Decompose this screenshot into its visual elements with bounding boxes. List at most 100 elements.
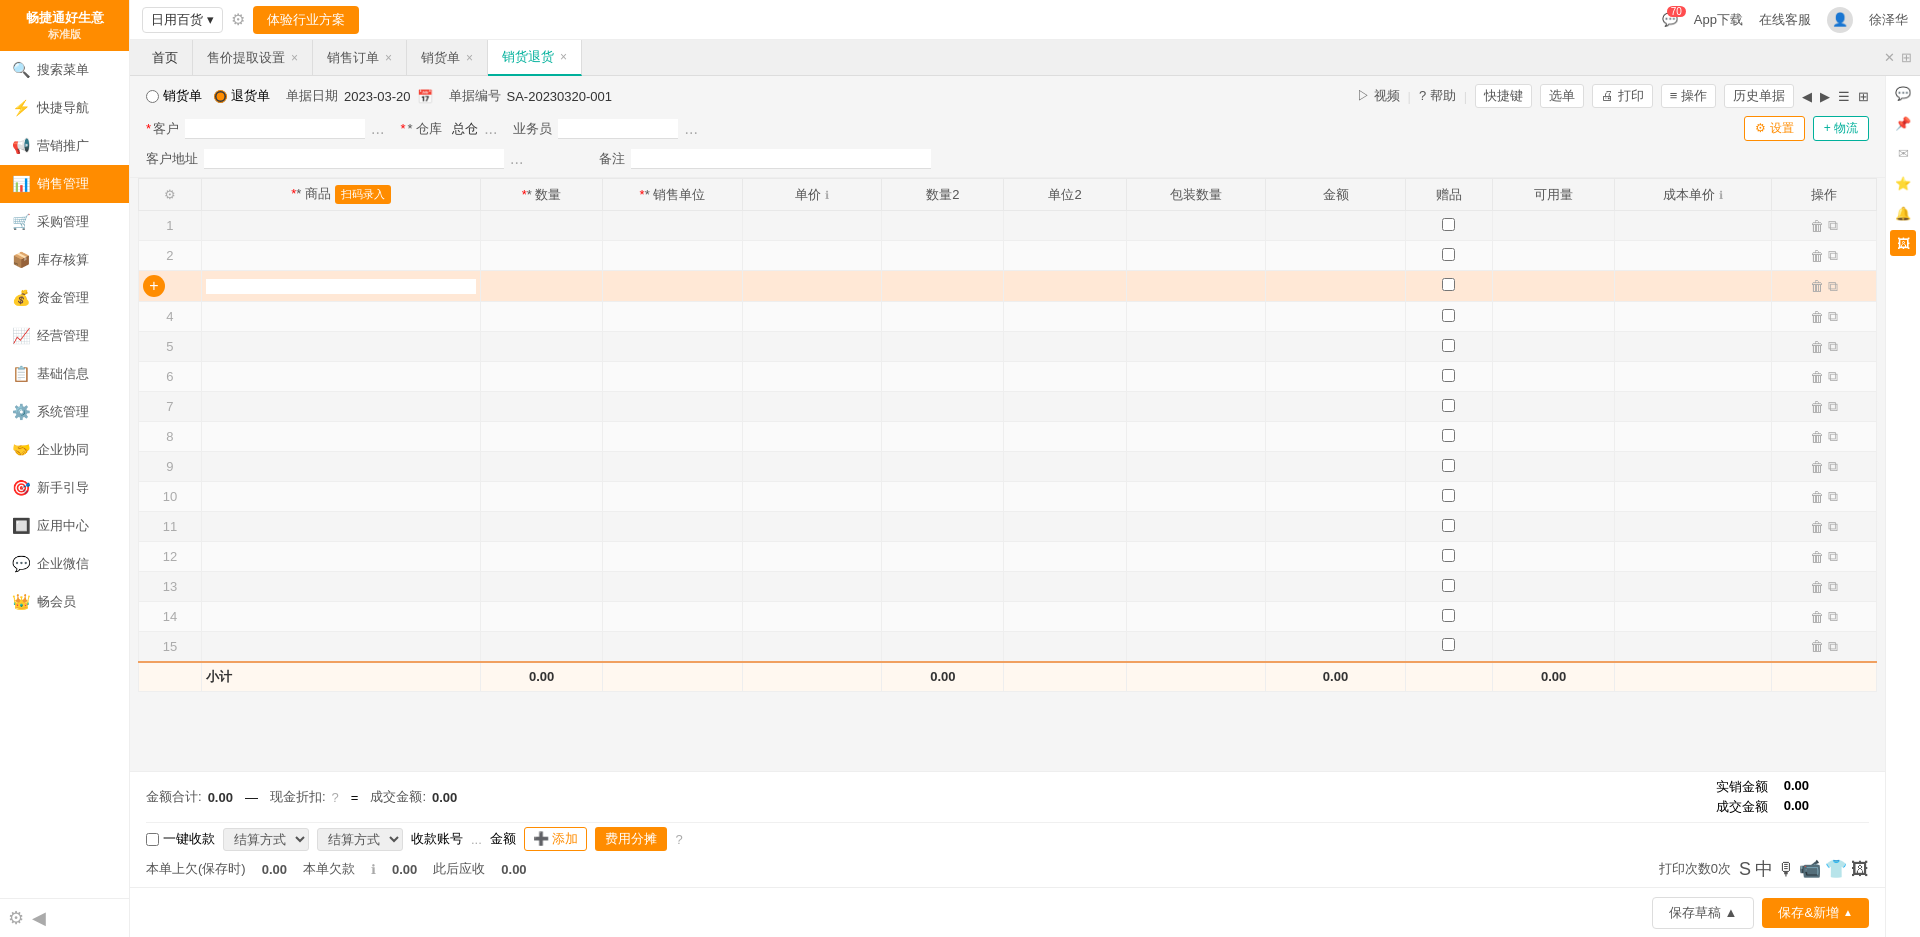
bill-due-check[interactable]: ℹ	[371, 862, 376, 877]
cell-price-13[interactable]	[742, 572, 882, 602]
delete-row-btn-7[interactable]: 🗑	[1810, 399, 1824, 415]
salesperson-input[interactable]	[558, 119, 678, 139]
cell-gift-12[interactable]	[1405, 542, 1492, 572]
cell-avail-7[interactable]	[1493, 392, 1615, 422]
cell-qty2-13[interactable]	[882, 572, 1004, 602]
cell-price-12[interactable]	[742, 542, 882, 572]
cell-qty2-12[interactable]	[882, 542, 1004, 572]
operation-btn[interactable]: ≡ 操作	[1661, 84, 1716, 108]
sidebar-item-wechat[interactable]: 💬 企业微信	[0, 545, 129, 583]
taskbar-icon-4[interactable]: 📹	[1799, 858, 1821, 880]
tab-sales-delivery-close[interactable]: ×	[466, 51, 473, 65]
cell-gift-2[interactable]	[1405, 241, 1492, 271]
cell-gift-13[interactable]	[1405, 572, 1492, 602]
cell-unit2-4[interactable]	[1004, 302, 1126, 332]
cell-qty-6[interactable]	[481, 362, 603, 392]
delete-row-btn-13[interactable]: 🗑	[1810, 579, 1824, 595]
cell-qty2-10[interactable]	[882, 482, 1004, 512]
copy-row-btn-10[interactable]: ⧉	[1828, 488, 1838, 505]
rfloat-btn-3[interactable]: ✉	[1890, 140, 1916, 166]
cell-qty-1[interactable]	[481, 211, 603, 241]
cell-pkg-4[interactable]	[1126, 302, 1266, 332]
delete-row-btn-2[interactable]: 🗑	[1810, 248, 1824, 264]
cell-gift-8[interactable]	[1405, 422, 1492, 452]
cell-qty-13[interactable]	[481, 572, 603, 602]
account-dots[interactable]: ...	[471, 832, 482, 847]
cell-gift-6[interactable]	[1405, 362, 1492, 392]
copy-row-btn-14[interactable]: ⧉	[1828, 608, 1838, 625]
fee-help-icon[interactable]: ?	[675, 832, 682, 847]
copy-row-btn-3[interactable]: ⧉	[1828, 278, 1838, 295]
cell-avail-2[interactable]	[1493, 241, 1615, 271]
cell-product-15[interactable]	[201, 632, 480, 662]
cell-amount-5[interactable]	[1266, 332, 1406, 362]
save-draft-btn[interactable]: 保存草稿 ▲	[1652, 897, 1755, 929]
cell-product-10[interactable]	[201, 482, 480, 512]
cell-qty-2[interactable]	[481, 241, 603, 271]
cell-cost-10[interactable]	[1615, 482, 1772, 512]
one-click-payment-input[interactable]	[146, 833, 159, 846]
cell-pkg-9[interactable]	[1126, 452, 1266, 482]
industry-select[interactable]: 日用百货 ▾	[142, 7, 223, 33]
cell-cost-8[interactable]	[1615, 422, 1772, 452]
delete-row-btn-11[interactable]: 🗑	[1810, 519, 1824, 535]
tab-price-setting-close[interactable]: ×	[291, 51, 298, 65]
gift-checkbox-14[interactable]	[1442, 609, 1455, 622]
cell-qty-5[interactable]	[481, 332, 603, 362]
address-input[interactable]	[204, 149, 504, 169]
cell-unit-12[interactable]	[603, 542, 743, 572]
radio-sales[interactable]: 销货单	[146, 87, 202, 105]
cell-pkg-7[interactable]	[1126, 392, 1266, 422]
cell-avail-3[interactable]	[1493, 271, 1615, 302]
gift-checkbox-8[interactable]	[1442, 429, 1455, 442]
cell-cost-11[interactable]	[1615, 512, 1772, 542]
cell-avail-13[interactable]	[1493, 572, 1615, 602]
cell-qty-14[interactable]	[481, 602, 603, 632]
gift-checkbox-3[interactable]	[1442, 278, 1455, 291]
cell-unit2-8[interactable]	[1004, 422, 1126, 452]
cell-price-4[interactable]	[742, 302, 882, 332]
delete-row-btn-8[interactable]: 🗑	[1810, 429, 1824, 445]
cell-qty2-14[interactable]	[882, 602, 1004, 632]
cell-cost-13[interactable]	[1615, 572, 1772, 602]
cell-pkg-5[interactable]	[1126, 332, 1266, 362]
sidebar-item-purchase[interactable]: 🛒 采购管理	[0, 203, 129, 241]
cell-avail-11[interactable]	[1493, 512, 1615, 542]
cell-price-1[interactable]	[742, 211, 882, 241]
cell-qty-4[interactable]	[481, 302, 603, 332]
gift-checkbox-4[interactable]	[1442, 309, 1455, 322]
settings-icon[interactable]: ⚙	[8, 907, 24, 929]
cell-gift-5[interactable]	[1405, 332, 1492, 362]
help-btn[interactable]: ? 帮助	[1419, 87, 1456, 105]
cell-price-15[interactable]	[742, 632, 882, 662]
cell-gift-1[interactable]	[1405, 211, 1492, 241]
cell-amount-2[interactable]	[1266, 241, 1406, 271]
cell-product-13[interactable]	[201, 572, 480, 602]
delete-row-btn-5[interactable]: 🗑	[1810, 339, 1824, 355]
cell-cost-5[interactable]	[1615, 332, 1772, 362]
delete-row-btn-3[interactable]: 🗑	[1810, 278, 1824, 294]
gift-checkbox-6[interactable]	[1442, 369, 1455, 382]
radio-return[interactable]: 退货单	[214, 87, 270, 105]
cell-qty-12[interactable]	[481, 542, 603, 572]
cell-cost-7[interactable]	[1615, 392, 1772, 422]
sidebar-item-operation[interactable]: 📈 经营管理	[0, 317, 129, 355]
cell-product-7[interactable]	[201, 392, 480, 422]
cell-product-1[interactable]	[201, 211, 480, 241]
cell-avail-6[interactable]	[1493, 362, 1615, 392]
radio-return-input[interactable]	[214, 90, 227, 103]
cell-product-9[interactable]	[201, 452, 480, 482]
cell-unit2-7[interactable]	[1004, 392, 1126, 422]
cell-amount-14[interactable]	[1266, 602, 1406, 632]
cell-qty2-6[interactable]	[882, 362, 1004, 392]
cell-price-5[interactable]	[742, 332, 882, 362]
taskbar-icon-5[interactable]: 👕	[1825, 858, 1847, 880]
cost-info-icon[interactable]: ℹ	[1719, 189, 1723, 201]
cell-cost-2[interactable]	[1615, 241, 1772, 271]
fee-split-btn[interactable]: 费用分摊	[595, 827, 667, 851]
cell-pkg-3[interactable]	[1126, 271, 1266, 302]
cell-cost-1[interactable]	[1615, 211, 1772, 241]
cell-unit-3[interactable]	[603, 271, 743, 302]
cell-price-11[interactable]	[742, 512, 882, 542]
sidebar-item-search[interactable]: 🔍 搜索菜单	[0, 51, 129, 89]
